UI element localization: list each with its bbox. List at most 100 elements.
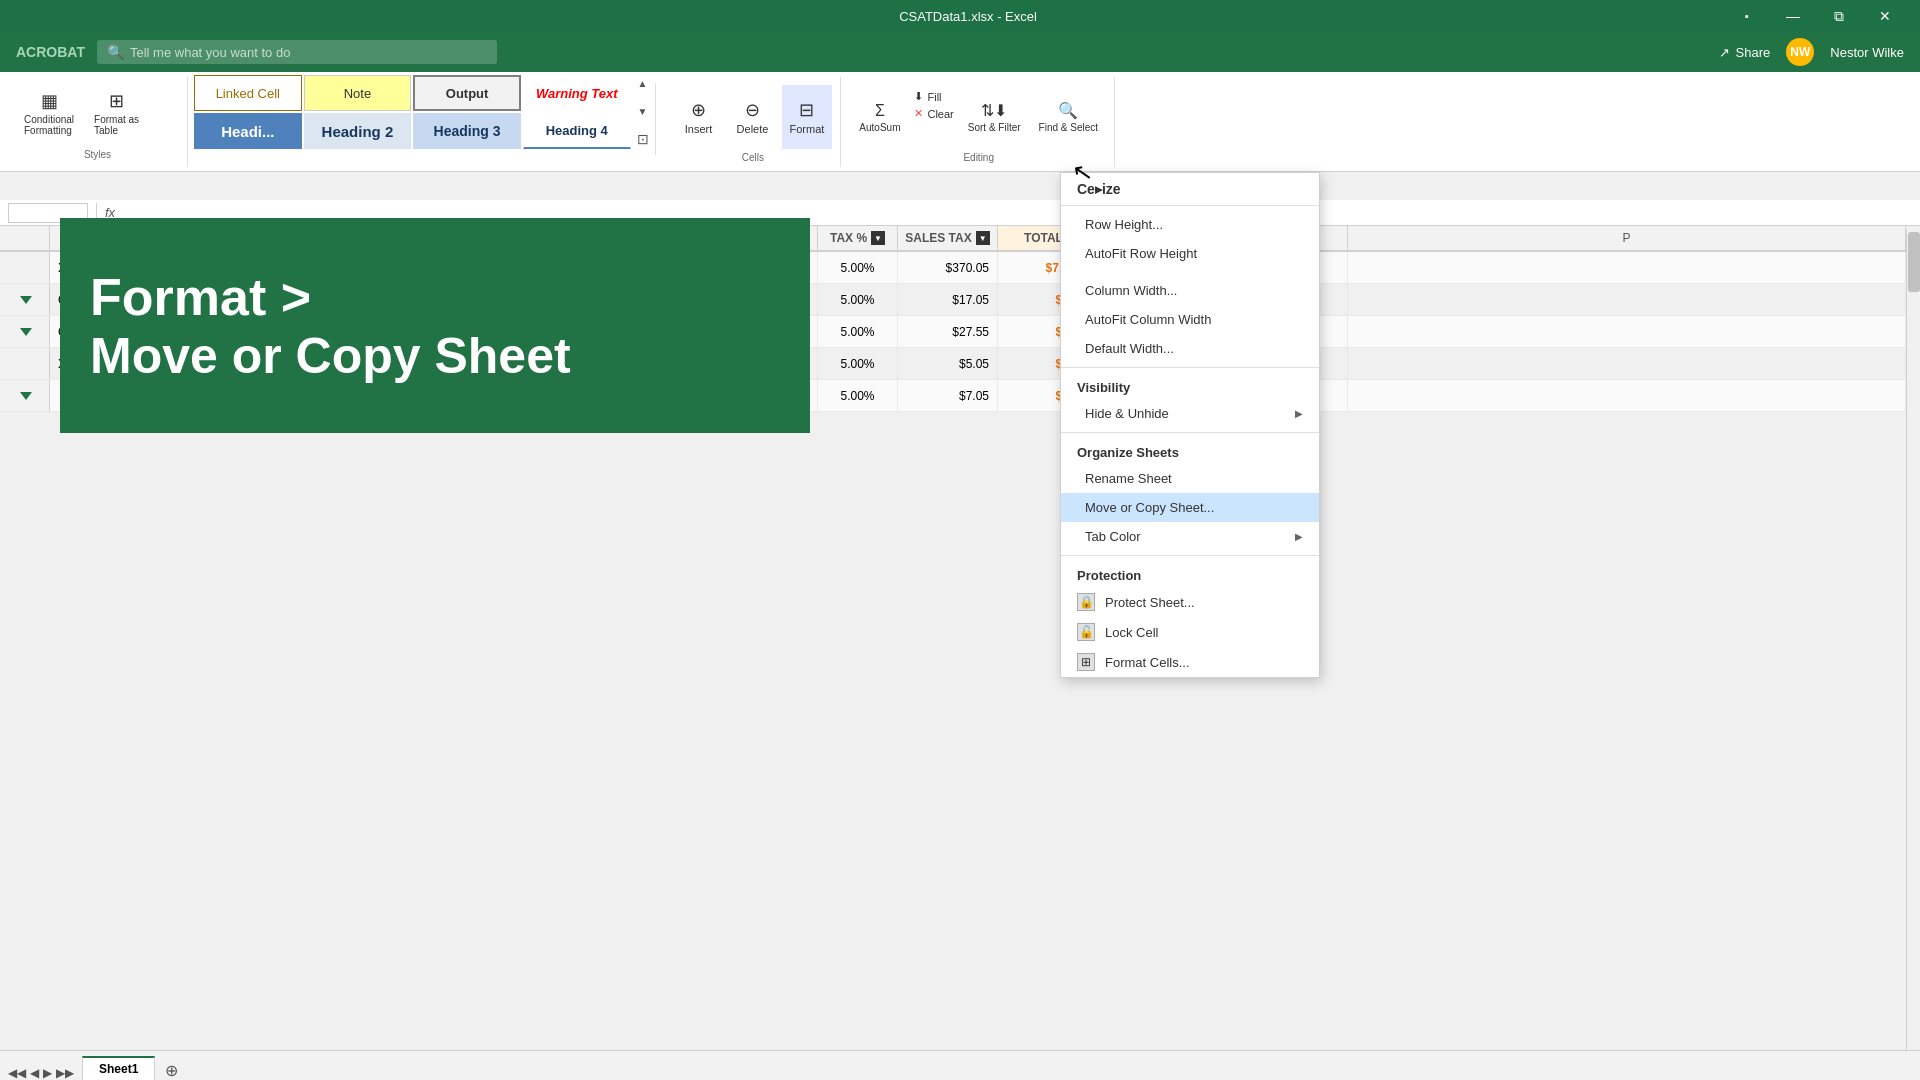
protect-sheet-icon: 🔒 xyxy=(1077,593,1095,611)
sheet-nav-last[interactable]: ▶▶ xyxy=(56,1066,74,1080)
autosum-label: AutoSum xyxy=(859,122,900,133)
search-input[interactable] xyxy=(130,45,487,60)
cell-salestax-2[interactable]: $17.05 xyxy=(898,284,998,315)
col-header-p[interactable]: P xyxy=(1348,226,1906,250)
tutorial-overlay: Format > Move or Copy Sheet xyxy=(60,218,810,433)
clear-icon: ✕ xyxy=(914,107,923,120)
note-style[interactable]: Note xyxy=(304,75,412,111)
cell-salestax-1[interactable]: $370.05 xyxy=(898,252,998,283)
search-field-wrap[interactable]: 🔍 xyxy=(97,40,497,64)
col-header-sales-tax[interactable]: SALES TAX ▼ xyxy=(898,226,998,250)
cell-p-1[interactable] xyxy=(1348,252,1906,283)
scroll-up-arrow[interactable]: ▲ xyxy=(635,75,651,91)
sort-filter-button[interactable]: ⇅⬇ Sort & Filter xyxy=(960,85,1029,149)
restore-button[interactable]: ▪ xyxy=(1724,0,1770,32)
hide-unhide-label: Hide & Unhide xyxy=(1085,406,1169,421)
sheet-nav-prev[interactable]: ◀ xyxy=(30,1066,39,1080)
format-as-table-button[interactable]: ⊞ Format asTable xyxy=(86,81,147,145)
ribbon-group-editing: Σ AutoSum ⬇ Fill ✕ Clear ⇅⬇ Sort & Filte… xyxy=(843,77,1115,167)
conditional-formatting-icon: ▦ xyxy=(41,90,58,112)
format-button[interactable]: ⊟ Format xyxy=(782,85,833,149)
find-select-label: Find & Select xyxy=(1039,122,1098,133)
conditional-formatting-label: ConditionalFormatting xyxy=(24,114,74,136)
find-select-button[interactable]: 🔍 Find & Select xyxy=(1031,85,1106,149)
scroll-down-arrow[interactable]: ⊡ xyxy=(635,131,651,147)
row-triangle-5 xyxy=(20,392,32,400)
warning-text-style[interactable]: Warning Text xyxy=(523,75,631,111)
cell-salestax-4[interactable]: $5.05 xyxy=(898,348,998,379)
conditional-formatting-button[interactable]: ▦ ConditionalFormatting xyxy=(16,81,82,145)
ribbon: ▦ ConditionalFormatting ⊞ Format asTable… xyxy=(0,72,1920,172)
row-num-2 xyxy=(0,284,50,315)
share-button[interactable]: ↗ Share xyxy=(1719,45,1771,60)
format-icon: ⊟ xyxy=(799,99,814,121)
cell-taxpct-2[interactable]: 5.00% xyxy=(818,284,898,315)
cell-p-5[interactable] xyxy=(1348,380,1906,411)
autosum-icon: Σ xyxy=(875,102,885,120)
search-icon: 🔍 xyxy=(107,44,124,60)
linked-cell-style[interactable]: Linked Cell xyxy=(194,75,302,111)
cell-taxpct-4[interactable]: 5.00% xyxy=(818,348,898,379)
output-style[interactable]: Output xyxy=(413,75,521,111)
divider-1 xyxy=(1061,205,1319,206)
cell-salestax-3[interactable]: $27.55 xyxy=(898,316,998,347)
move-copy-sheet-item[interactable]: Move or Copy Sheet... xyxy=(1061,493,1319,522)
scroll-mid[interactable]: ▼ xyxy=(635,103,651,119)
heading3-style[interactable]: Heading 3 xyxy=(413,113,521,149)
clear-button[interactable]: ✕ Clear xyxy=(910,106,957,121)
sheet-tab-sheet1[interactable]: Sheet1 xyxy=(82,1056,155,1080)
cell-taxpct-5[interactable]: 5.00% xyxy=(818,380,898,411)
hide-unhide-item[interactable]: Hide & Unhide ▶ xyxy=(1061,399,1319,428)
insert-button[interactable]: ⊕ Insert xyxy=(674,85,724,149)
format-cells-item[interactable]: ⊞ Format Cells... xyxy=(1061,647,1319,677)
close-button[interactable]: ✕ xyxy=(1862,0,1908,32)
row-height-item[interactable]: Row Height... xyxy=(1061,210,1319,239)
vertical-scrollbar[interactable] xyxy=(1906,230,1920,1050)
editing-group-label: Editing xyxy=(851,150,1106,163)
row-num-4 xyxy=(0,348,50,379)
cell-taxpct-3[interactable]: 5.00% xyxy=(818,316,898,347)
styles-scroll: ▲ ▼ ⊡ xyxy=(635,75,651,147)
user-avatar[interactable]: NW xyxy=(1786,38,1814,66)
default-width-item[interactable]: Default Width... xyxy=(1061,334,1319,363)
tab-color-item[interactable]: Tab Color ▶ xyxy=(1061,522,1319,551)
scrollbar-thumb[interactable] xyxy=(1908,232,1920,292)
cell-taxpct-1[interactable]: 5.00% xyxy=(818,252,898,283)
default-width-label: Default Width... xyxy=(1085,341,1174,356)
formatting-buttons: ▦ ConditionalFormatting ⊞ Format asTable xyxy=(16,81,147,145)
autofit-row-item[interactable]: AutoFit Row Height xyxy=(1061,239,1319,268)
sort-filter-label: Sort & Filter xyxy=(968,122,1021,133)
autofit-col-item[interactable]: AutoFit Column Width xyxy=(1061,305,1319,334)
rename-sheet-item[interactable]: Rename Sheet xyxy=(1061,464,1319,493)
sheet-nav-left[interactable]: ◀◀ xyxy=(8,1066,26,1080)
divider-3 xyxy=(1061,432,1319,433)
format-table-label: Format asTable xyxy=(94,114,139,136)
row-num-header xyxy=(0,226,50,250)
heading2-style[interactable]: Heading 2 xyxy=(304,113,412,149)
filter-tax-icon[interactable]: ▼ xyxy=(871,231,885,245)
fill-button[interactable]: ⬇ Fill xyxy=(910,89,957,104)
cell-salestax-5[interactable]: $7.05 xyxy=(898,380,998,411)
maximize-button[interactable]: ⧉ xyxy=(1816,0,1862,32)
cell-p-2[interactable] xyxy=(1348,284,1906,315)
sheet-nav-next[interactable]: ▶ xyxy=(43,1066,52,1080)
autofit-col-label: AutoFit Column Width xyxy=(1085,312,1211,327)
minimize-button[interactable]: — xyxy=(1770,0,1816,32)
cell-p-4[interactable] xyxy=(1348,348,1906,379)
heading1-style[interactable]: Headi... xyxy=(194,113,302,149)
cell-p-3[interactable] xyxy=(1348,316,1906,347)
add-sheet-area: ⊕ xyxy=(157,1061,1920,1080)
divider-4 xyxy=(1061,555,1319,556)
protect-sheet-item[interactable]: 🔒 Protect Sheet... xyxy=(1061,587,1319,617)
column-width-item[interactable]: Column Width... xyxy=(1061,276,1319,305)
overlay-line2: Move or Copy Sheet xyxy=(90,327,780,385)
delete-button[interactable]: ⊖ Delete xyxy=(728,85,778,149)
lock-cell-item[interactable]: 🔓 Lock Cell xyxy=(1061,617,1319,647)
col-header-tax-pct[interactable]: TAX % ▼ xyxy=(818,226,898,250)
add-sheet-button[interactable]: ⊕ xyxy=(165,1061,178,1080)
heading4-style[interactable]: Heading 4 xyxy=(523,113,631,149)
formatting-group-label: Styles xyxy=(16,147,179,160)
autosum-button[interactable]: Σ AutoSum xyxy=(851,85,908,149)
autofit-row-label: AutoFit Row Height xyxy=(1085,246,1197,261)
filter-salestax-icon[interactable]: ▼ xyxy=(976,231,990,245)
